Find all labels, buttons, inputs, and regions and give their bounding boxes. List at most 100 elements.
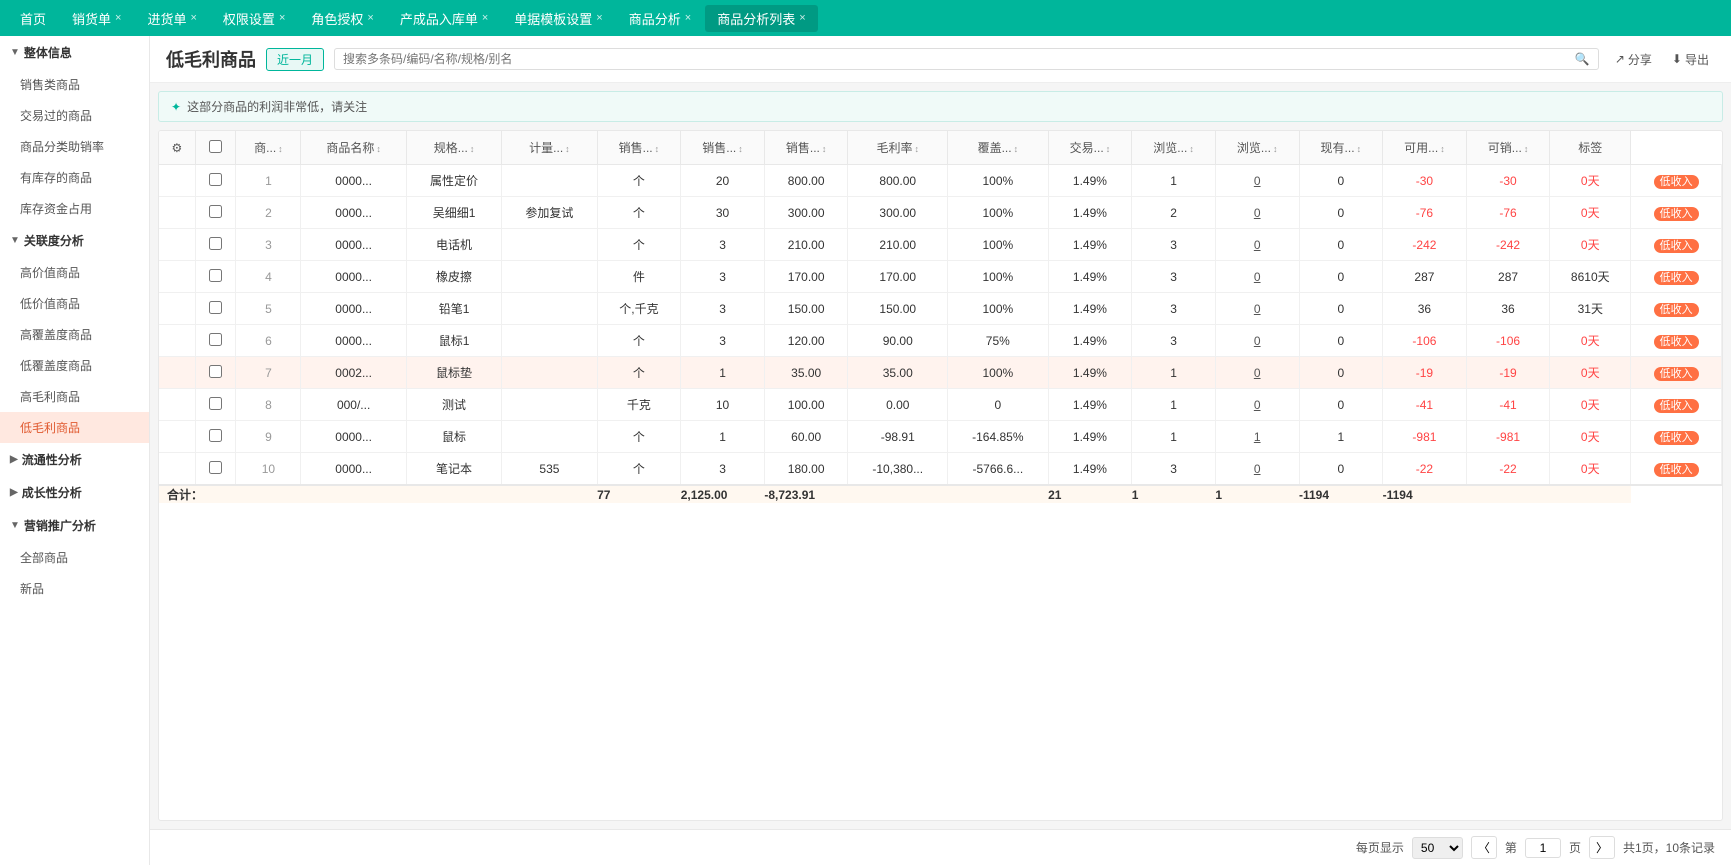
nav-close-icon[interactable]: × xyxy=(279,12,285,24)
sidebar-item-stock-products[interactable]: 有库存的商品 xyxy=(0,162,149,193)
row-name: 橡皮擦 xyxy=(406,261,501,293)
row-checkbox[interactable] xyxy=(209,269,222,282)
nav-close-icon[interactable]: × xyxy=(685,12,691,24)
prev-page-button[interactable]: 〈 xyxy=(1471,836,1497,859)
row-transaction: 3 xyxy=(1132,453,1216,486)
col-check[interactable] xyxy=(195,131,236,165)
row-current-stock: -242 xyxy=(1383,229,1467,261)
col-sales-price[interactable]: 销售...↕ xyxy=(681,131,765,165)
row-checkbox[interactable] xyxy=(209,365,222,378)
sidebar-item-low-margin[interactable]: 低毛利商品 xyxy=(0,412,149,443)
nav-close-icon[interactable]: × xyxy=(482,12,488,24)
row-views1[interactable]: 0 xyxy=(1215,453,1299,486)
row-current-stock: -22 xyxy=(1383,453,1467,486)
row-sales-amount: 35.00 xyxy=(848,357,948,389)
row-checkbox[interactable] xyxy=(209,333,222,346)
col-tag[interactable]: 标签 xyxy=(1550,131,1631,165)
row-sales-amount: 150.00 xyxy=(848,293,948,325)
export-button[interactable]: ⬇ 导出 xyxy=(1666,48,1715,71)
search-input[interactable] xyxy=(343,52,1571,66)
row-views1[interactable]: 1 xyxy=(1215,421,1299,453)
nav-product-analysis-list[interactable]: 商品分析列表 × xyxy=(705,5,817,32)
nav-product-inbound[interactable]: 产成品入库单 × xyxy=(388,5,500,32)
sidebar-item-high-value[interactable]: 高价值商品 xyxy=(0,257,149,288)
col-transaction[interactable]: 交易...↕ xyxy=(1048,131,1132,165)
sidebar-group-correlation[interactable]: ▼ 关联度分析 xyxy=(0,224,149,257)
row-views1[interactable]: 0 xyxy=(1215,229,1299,261)
row-views1[interactable]: 0 xyxy=(1215,261,1299,293)
search-icon[interactable]: 🔍 xyxy=(1575,52,1590,66)
col-views1[interactable]: 浏览...↕ xyxy=(1132,131,1216,165)
row-views1[interactable]: 0 xyxy=(1215,197,1299,229)
sidebar-group-circulation[interactable]: ▶ 流通性分析 xyxy=(0,443,149,476)
row-checkbox[interactable] xyxy=(209,397,222,410)
per-page-select[interactable]: 50 20 100 xyxy=(1412,837,1463,859)
nav-permission-settings[interactable]: 权限设置 × xyxy=(211,5,297,32)
sidebar-item-sales-products[interactable]: 销售类商品 xyxy=(0,69,149,100)
row-checkbox[interactable] xyxy=(209,237,222,250)
col-current-stock[interactable]: 现有...↕ xyxy=(1299,131,1383,165)
col-name[interactable]: 商品名称↕ xyxy=(301,131,407,165)
sidebar-item-all-products[interactable]: 全部商品 xyxy=(0,542,149,573)
row-transaction: 1 xyxy=(1132,165,1216,197)
col-gross-margin[interactable]: 毛利率↕ xyxy=(848,131,948,165)
row-views1[interactable]: 0 xyxy=(1215,325,1299,357)
sidebar-item-new-products[interactable]: 新品 xyxy=(0,573,149,604)
col-coverage[interactable]: 覆盖...↕ xyxy=(948,131,1049,165)
filter-period-button[interactable]: 近一月 xyxy=(266,48,324,71)
nav-close-icon[interactable]: × xyxy=(799,12,805,24)
col-views2[interactable]: 浏览...↕ xyxy=(1215,131,1299,165)
sidebar-item-traded-products[interactable]: 交易过的商品 xyxy=(0,100,149,131)
nav-close-icon[interactable]: × xyxy=(596,12,602,24)
row-checkbox[interactable] xyxy=(209,173,222,186)
sidebar-item-high-coverage[interactable]: 高覆盖度商品 xyxy=(0,319,149,350)
sidebar-item-category-rate[interactable]: 商品分类助销率 xyxy=(0,131,149,162)
col-sales-qty[interactable]: 销售...↕ xyxy=(597,131,681,165)
col-sales-amount[interactable]: 销售...↕ xyxy=(764,131,848,165)
nav-sales-order[interactable]: 销货单 × xyxy=(60,5,133,32)
col-available-stock[interactable]: 可用...↕ xyxy=(1383,131,1467,165)
row-coverage: 1.49% xyxy=(1048,421,1132,453)
select-all-checkbox[interactable] xyxy=(209,140,222,153)
row-sales-price: 120.00 xyxy=(764,325,848,357)
row-views2: 0 xyxy=(1299,261,1383,293)
row-checkbox[interactable] xyxy=(209,205,222,218)
nav-template-settings[interactable]: 单据模板设置 × xyxy=(502,5,614,32)
sidebar-item-low-coverage[interactable]: 低覆盖度商品 xyxy=(0,350,149,381)
page-number-input[interactable] xyxy=(1525,838,1561,858)
sidebar-item-stock-capital[interactable]: 库存资金占用 xyxy=(0,193,149,224)
nav-close-icon[interactable]: × xyxy=(190,12,196,24)
row-unit: 个 xyxy=(597,421,681,453)
col-unit[interactable]: 计量...↕ xyxy=(502,131,597,165)
row-checkbox[interactable] xyxy=(209,429,222,442)
notice-text: 这部分商品的利润非常低，请关注 xyxy=(187,98,367,115)
nav-close-icon[interactable]: × xyxy=(115,12,121,24)
row-sales-amount: -98.91 xyxy=(848,421,948,453)
nav-product-analysis[interactable]: 商品分析 × xyxy=(617,5,703,32)
footer-empty-7 xyxy=(1466,485,1550,503)
row-checkbox[interactable] xyxy=(209,301,222,314)
share-button[interactable]: ↗ 分享 xyxy=(1609,48,1658,71)
sidebar-item-low-value[interactable]: 低价值商品 xyxy=(0,288,149,319)
row-views1[interactable]: 0 xyxy=(1215,165,1299,197)
sidebar-group-growth[interactable]: ▶ 成长性分析 xyxy=(0,476,149,509)
next-page-button[interactable]: 〉 xyxy=(1589,836,1615,859)
col-sellable[interactable]: 可销...↕ xyxy=(1466,131,1550,165)
nav-role-auth[interactable]: 角色授权 × xyxy=(299,5,385,32)
sidebar-group-marketing[interactable]: ▼ 营销推广分析 xyxy=(0,509,149,542)
row-sales-qty: 3 xyxy=(681,325,765,357)
row-views1[interactable]: 0 xyxy=(1215,293,1299,325)
nav-purchase-order[interactable]: 进货单 × xyxy=(135,5,208,32)
col-settings[interactable]: ⚙ xyxy=(159,131,195,165)
col-code[interactable]: 商...↕ xyxy=(236,131,301,165)
nav-close-icon[interactable]: × xyxy=(367,12,373,24)
sidebar-item-high-margin[interactable]: 高毛利商品 xyxy=(0,381,149,412)
nav-home[interactable]: 首页 xyxy=(8,5,58,32)
row-checkbox[interactable] xyxy=(209,461,222,474)
row-checkbox-cell xyxy=(195,421,236,453)
row-views1[interactable]: 0 xyxy=(1215,389,1299,421)
sidebar-group-overview[interactable]: ▼ 整体信息 xyxy=(0,36,149,69)
row-checkbox-cell xyxy=(195,293,236,325)
row-views1[interactable]: 0 xyxy=(1215,357,1299,389)
col-spec[interactable]: 规格...↕ xyxy=(406,131,501,165)
